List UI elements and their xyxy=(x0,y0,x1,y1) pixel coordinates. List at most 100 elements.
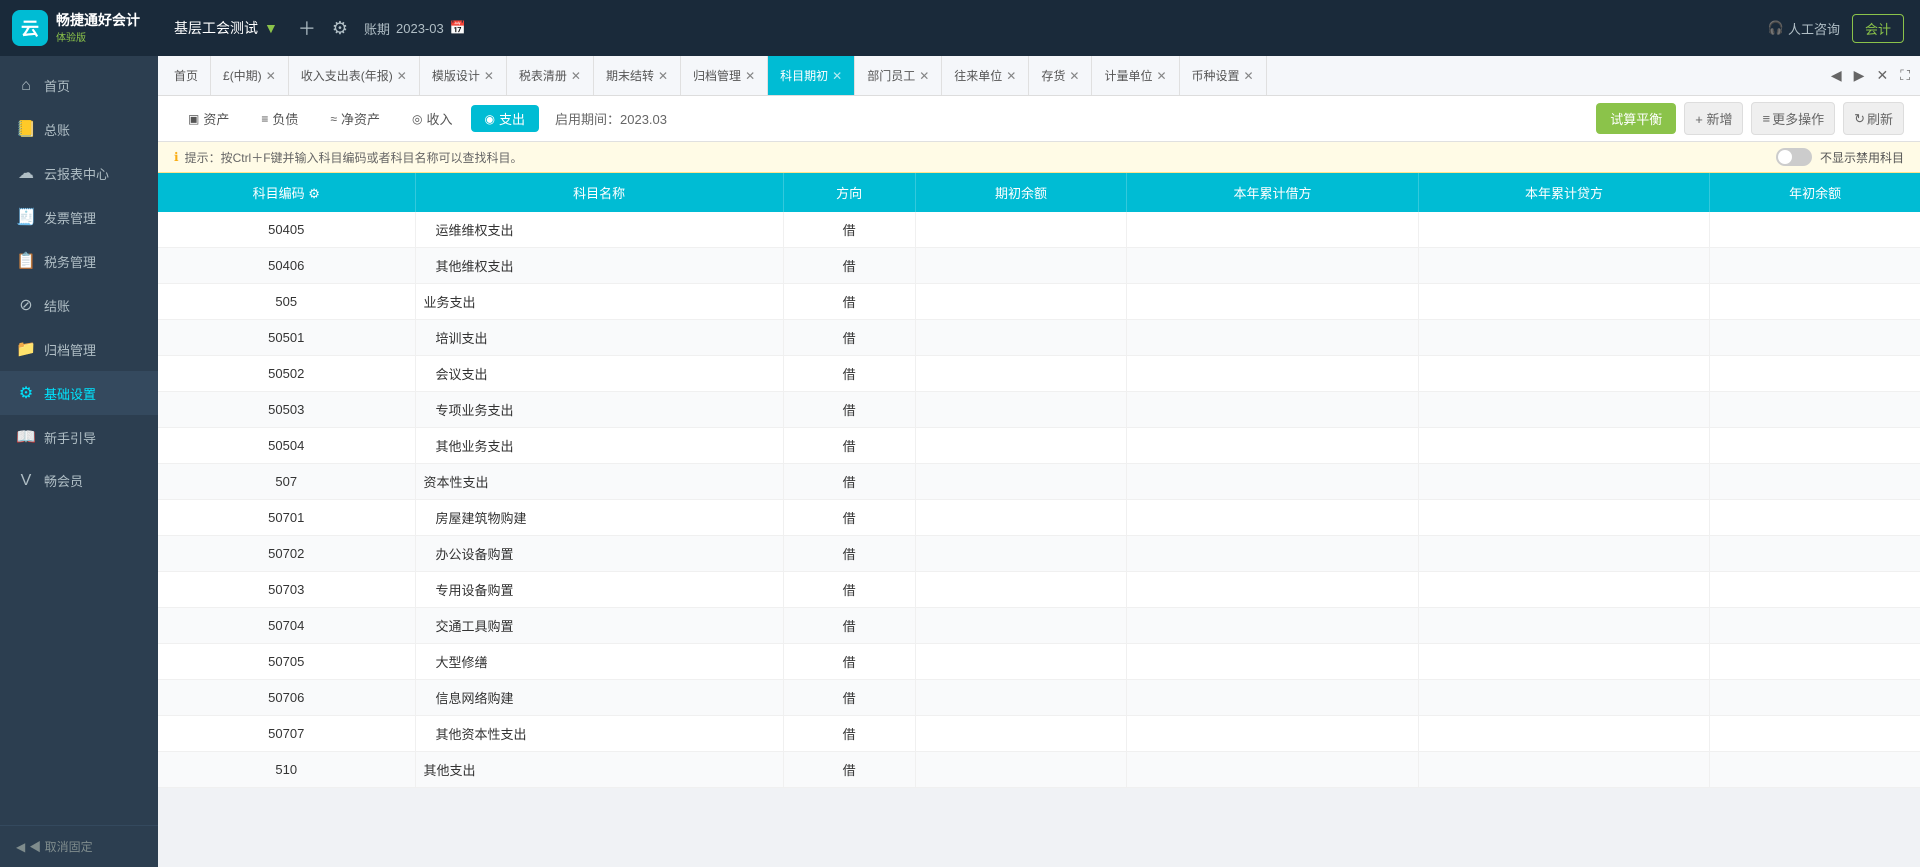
sidebar-item-基础设置[interactable]: ⚙基础设置 xyxy=(0,371,158,415)
table-row[interactable]: 50706信息网络购建借 xyxy=(158,680,1920,716)
cell-amount-1 xyxy=(1127,752,1418,788)
sidebar-item-新手引导[interactable]: 📖新手引导 xyxy=(0,415,158,459)
table-row[interactable]: 50707其他资本性支出借 xyxy=(158,716,1920,752)
col-header-3: 期初余额 xyxy=(915,173,1127,212)
tab-next-btn[interactable]: ▶ xyxy=(1848,63,1871,88)
table-row[interactable]: 510其他支出借 xyxy=(158,752,1920,788)
tab-close-btn[interactable]: ✕ xyxy=(1870,63,1894,88)
cell-name: 培训支出 xyxy=(415,320,783,356)
table-row[interactable]: 50704交通工具购置借 xyxy=(158,608,1920,644)
sidebar-item-云报表中心[interactable]: ☁云报表中心 xyxy=(0,151,158,195)
cell-amount-1 xyxy=(1127,320,1418,356)
tab-币种设置[interactable]: 币种设置✕ xyxy=(1180,56,1267,96)
tab-close-icon[interactable]: ✕ xyxy=(1244,69,1254,83)
cell-dir: 借 xyxy=(783,428,915,464)
table-row[interactable]: 50406其他维权支出借 xyxy=(158,248,1920,284)
company-selector[interactable]: 基层工会测试 ▼ xyxy=(174,18,278,38)
hint-row: ℹ 提示：按Ctrl＋F键并输入科目编码或者科目名称可以查找科目。 不显示禁用科… xyxy=(158,142,1920,173)
tab-往来单位[interactable]: 往来单位✕ xyxy=(942,56,1029,96)
tab-close-icon[interactable]: ✕ xyxy=(832,69,842,83)
logo-area: 云 畅捷通好会计 体验版 xyxy=(0,0,158,56)
filter-tab-收入[interactable]: ◎收入 xyxy=(398,105,467,132)
sidebar-item-发票管理[interactable]: 🧾发票管理 xyxy=(0,195,158,239)
table-row[interactable]: 507资本性支出借 xyxy=(158,464,1920,500)
cell-amount-1 xyxy=(1127,428,1418,464)
tab-£(中期)[interactable]: £(中期)✕ xyxy=(211,56,289,96)
tab-close-icon[interactable]: ✕ xyxy=(571,69,581,83)
table-row[interactable]: 50504其他业务支出借 xyxy=(158,428,1920,464)
sidebar-item-总账[interactable]: 📒总账 xyxy=(0,107,158,151)
more-btn[interactable]: ≡ 更多操作 xyxy=(1751,102,1835,135)
tab-close-icon[interactable]: ✕ xyxy=(1156,69,1166,83)
sidebar-collapse-btn[interactable]: ◀ ◀ 取消固定 xyxy=(0,825,158,867)
tab-close-icon[interactable]: ✕ xyxy=(1006,69,1016,83)
tab-close-icon[interactable]: ✕ xyxy=(745,69,755,83)
table-row[interactable]: 50503专项业务支出借 xyxy=(158,392,1920,428)
add-btn[interactable]: + 新增 xyxy=(1684,102,1743,135)
table-header: 科目编码 ⚙科目名称方向期初余额本年累计借方本年累计贷方年初余额 xyxy=(158,173,1920,212)
filter-tab-资产[interactable]: ▣资产 xyxy=(174,105,243,132)
period-value: 2023-03 xyxy=(396,21,444,36)
sidebar-item-归档管理[interactable]: 📁归档管理 xyxy=(0,327,158,371)
tab-归档管理[interactable]: 归档管理✕ xyxy=(681,56,768,96)
tab-科目期初[interactable]: 科目期初✕ xyxy=(768,56,855,96)
tab-期末结转[interactable]: 期末结转✕ xyxy=(594,56,681,96)
filter-tab-负债[interactable]: ≡负债 xyxy=(247,105,312,132)
calendar-icon[interactable]: 📅 xyxy=(450,20,466,36)
calc-balance-btn[interactable]: 试算平衡 xyxy=(1596,103,1676,134)
table-row[interactable]: 50703专用设备购置借 xyxy=(158,572,1920,608)
period-display: 启用期间：2023.03 xyxy=(555,109,667,128)
tab-close-icon[interactable]: ✕ xyxy=(266,69,276,83)
cell-amount-0 xyxy=(915,284,1127,320)
col-settings-icon[interactable]: ⚙ xyxy=(308,186,320,201)
nav-icon: 🧾 xyxy=(16,207,36,227)
table-row[interactable]: 50405运维维权支出借 xyxy=(158,212,1920,248)
tab-maximize-btn[interactable]: ⛶ xyxy=(1894,63,1916,88)
tab-prev-btn[interactable]: ◀ xyxy=(1825,63,1848,88)
tab-close-icon[interactable]: ✕ xyxy=(1069,69,1079,83)
cell-code: 50704 xyxy=(158,608,415,644)
table-row[interactable]: 50502会议支出借 xyxy=(158,356,1920,392)
sidebar-item-首页[interactable]: ⌂首页 xyxy=(0,64,158,107)
table-row[interactable]: 50701房屋建筑物购建借 xyxy=(158,500,1920,536)
cell-dir: 借 xyxy=(783,644,915,680)
tab-label: 首页 xyxy=(174,67,198,84)
sidebar-item-税务管理[interactable]: 📋税务管理 xyxy=(0,239,158,283)
user-badge-btn[interactable]: 会计 xyxy=(1852,14,1904,43)
sidebar-item-畅会员[interactable]: V畅会员 xyxy=(0,459,158,502)
cell-amount-2 xyxy=(1418,392,1709,428)
cell-name: 会议支出 xyxy=(415,356,783,392)
tab-close-icon[interactable]: ✕ xyxy=(919,69,929,83)
tab-首页[interactable]: 首页 xyxy=(162,56,211,96)
col-header-0: 科目编码 ⚙ xyxy=(158,173,415,212)
filter-tab-支出[interactable]: ◉支出 xyxy=(471,105,540,132)
tab-存货[interactable]: 存货✕ xyxy=(1029,56,1092,96)
add-tab-btn[interactable]: ＋ xyxy=(294,11,320,45)
tab-收入支出表(年报)[interactable]: 收入支出表(年报)✕ xyxy=(289,56,420,96)
tab-部门员工[interactable]: 部门员工✕ xyxy=(855,56,942,96)
tab-close-icon[interactable]: ✕ xyxy=(658,69,668,83)
refresh-label: 刷新 xyxy=(1867,109,1893,128)
sidebar-item-结账[interactable]: ⊘结账 xyxy=(0,283,158,327)
table-row[interactable]: 50501培训支出借 xyxy=(158,320,1920,356)
tab-close-icon[interactable]: ✕ xyxy=(484,69,494,83)
table-row[interactable]: 50702办公设备购置借 xyxy=(158,536,1920,572)
disable-toggle[interactable] xyxy=(1776,148,1812,166)
refresh-btn[interactable]: ↻ 刷新 xyxy=(1843,102,1904,135)
cell-amount-2 xyxy=(1418,464,1709,500)
tab-close-icon[interactable]: ✕ xyxy=(397,69,407,83)
filter-label: 支出 xyxy=(499,109,525,128)
filter-tab-净资产[interactable]: ≈净资产 xyxy=(316,105,394,132)
table-row[interactable]: 505业务支出借 xyxy=(158,284,1920,320)
help-btn[interactable]: 🎧 人工咨询 xyxy=(1768,19,1840,38)
table-row[interactable]: 50705大型修缮借 xyxy=(158,644,1920,680)
cell-amount-3 xyxy=(1710,428,1920,464)
cell-code: 50703 xyxy=(158,572,415,608)
table-wrapper[interactable]: 科目编码 ⚙科目名称方向期初余额本年累计借方本年累计贷方年初余额 50405运维… xyxy=(158,173,1920,867)
settings-icon[interactable]: ⚙ xyxy=(328,14,352,43)
cell-amount-3 xyxy=(1710,284,1920,320)
tab-计量单位[interactable]: 计量单位✕ xyxy=(1092,56,1179,96)
hint-text: 提示：按Ctrl＋F键并输入科目编码或者科目名称可以查找科目。 xyxy=(185,149,523,166)
tab-模版设计[interactable]: 模版设计✕ xyxy=(420,56,507,96)
tab-税表清册[interactable]: 税表清册✕ xyxy=(507,56,594,96)
